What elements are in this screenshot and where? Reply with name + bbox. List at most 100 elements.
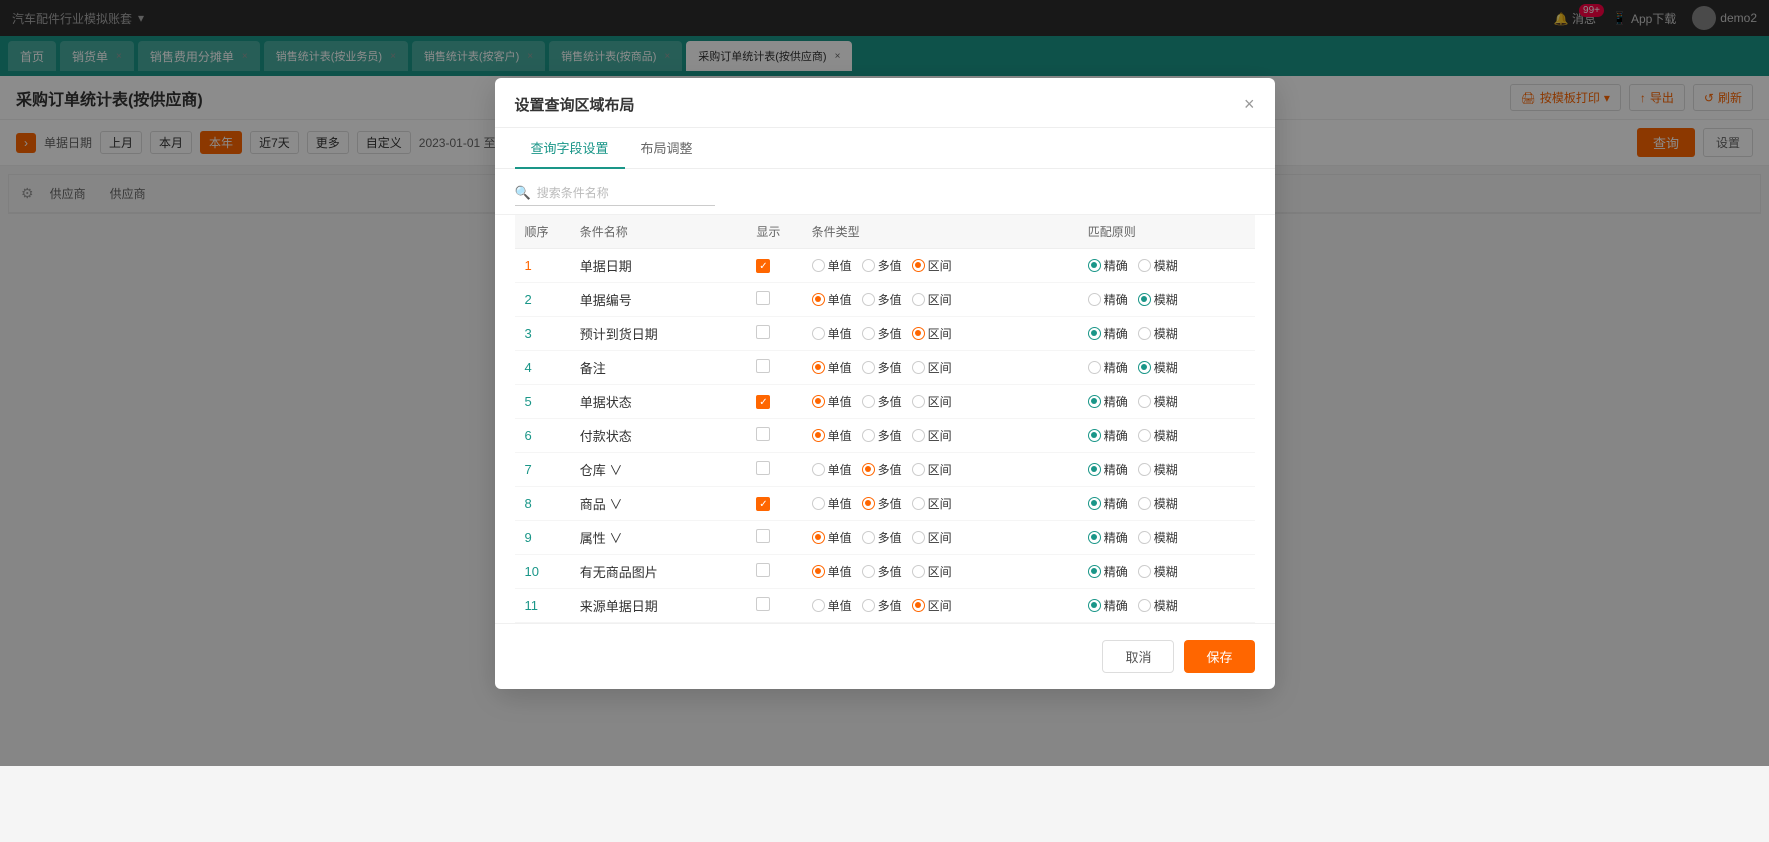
radio-single[interactable]: 单值 (812, 529, 852, 546)
table-row: 6 付款状态 单值 多值 区间 (515, 418, 1255, 452)
display-checkbox[interactable] (756, 325, 770, 339)
cell-match: 精确 模糊 (1078, 248, 1255, 282)
radio-precise[interactable]: 精确 (1088, 427, 1128, 444)
radio-multi[interactable]: 多值 (862, 529, 902, 546)
cell-display[interactable] (746, 452, 801, 486)
radio-single[interactable]: 单值 (812, 359, 852, 376)
radio-range[interactable]: 区间 (912, 291, 952, 308)
radio-range[interactable]: 区间 (912, 529, 952, 546)
cell-display[interactable] (746, 282, 801, 316)
radio-precise[interactable]: 精确 (1088, 529, 1128, 546)
radio-multi[interactable]: 多值 (862, 563, 902, 580)
display-checkbox[interactable] (756, 427, 770, 441)
radio-precise[interactable]: 精确 (1088, 563, 1128, 580)
radio-precise[interactable]: 精确 (1088, 359, 1128, 376)
display-checkbox[interactable] (756, 291, 770, 305)
radio-fuzzy[interactable]: 模糊 (1138, 597, 1178, 614)
cell-display[interactable] (746, 520, 801, 554)
cell-display[interactable] (746, 588, 801, 622)
type-radio-group: 单值 多值 区间 (812, 325, 1068, 342)
cell-name: 单据日期 (570, 248, 747, 282)
radio-multi[interactable]: 多值 (862, 291, 902, 308)
radio-single[interactable]: 单值 (812, 495, 852, 512)
radio-precise[interactable]: 精确 (1088, 495, 1128, 512)
cell-display[interactable] (746, 486, 801, 520)
display-checkbox[interactable] (756, 597, 770, 611)
display-checkbox[interactable] (756, 259, 770, 273)
radio-single[interactable]: 单值 (812, 427, 852, 444)
radio-fuzzy[interactable]: 模糊 (1138, 393, 1178, 410)
match-radio-group: 精确 模糊 (1088, 393, 1245, 410)
cell-match: 精确 模糊 (1078, 588, 1255, 622)
type-radio-group: 单值 多值 区间 (812, 257, 1068, 274)
radio-single[interactable]: 单值 (812, 291, 852, 308)
table-row: 2 单据编号 单值 多值 区间 (515, 282, 1255, 316)
cell-match: 精确 模糊 (1078, 452, 1255, 486)
radio-precise[interactable]: 精确 (1088, 291, 1128, 308)
display-checkbox[interactable] (756, 359, 770, 373)
radio-single[interactable]: 单值 (812, 257, 852, 274)
radio-multi[interactable]: 多值 (862, 597, 902, 614)
display-checkbox[interactable] (756, 461, 770, 475)
radio-range[interactable]: 区间 (912, 393, 952, 410)
radio-fuzzy[interactable]: 模糊 (1138, 325, 1178, 342)
save-button[interactable]: 保存 (1184, 640, 1254, 673)
radio-fuzzy[interactable]: 模糊 (1138, 257, 1178, 274)
cell-order: 9 (515, 520, 570, 554)
dialog-tab-layout[interactable]: 布局调整 (625, 128, 709, 169)
radio-fuzzy[interactable]: 模糊 (1138, 563, 1178, 580)
radio-fuzzy[interactable]: 模糊 (1138, 427, 1178, 444)
radio-multi[interactable]: 多值 (862, 393, 902, 410)
cell-order: 4 (515, 350, 570, 384)
radio-fuzzy[interactable]: 模糊 (1138, 359, 1178, 376)
radio-range[interactable]: 区间 (912, 461, 952, 478)
cell-display[interactable] (746, 384, 801, 418)
radio-fuzzy[interactable]: 模糊 (1138, 529, 1178, 546)
radio-range[interactable]: 区间 (912, 325, 952, 342)
radio-multi[interactable]: 多值 (862, 427, 902, 444)
cell-name: 属性 ∨ (570, 520, 747, 554)
radio-multi[interactable]: 多值 (862, 257, 902, 274)
cell-display[interactable] (746, 418, 801, 452)
radio-range[interactable]: 区间 (912, 495, 952, 512)
radio-fuzzy[interactable]: 模糊 (1138, 291, 1178, 308)
radio-single[interactable]: 单值 (812, 325, 852, 342)
radio-range[interactable]: 区间 (912, 257, 952, 274)
radio-single[interactable]: 单值 (812, 563, 852, 580)
cell-name: 单据状态 (570, 384, 747, 418)
radio-multi[interactable]: 多值 (862, 359, 902, 376)
radio-single[interactable]: 单值 (812, 597, 852, 614)
radio-multi[interactable]: 多值 (862, 495, 902, 512)
display-checkbox[interactable] (756, 563, 770, 577)
cancel-button[interactable]: 取消 (1102, 640, 1174, 673)
display-checkbox[interactable] (756, 497, 770, 511)
radio-multi[interactable]: 多值 (862, 461, 902, 478)
search-input[interactable] (537, 186, 697, 200)
type-radio-group: 单值 多值 区间 (812, 393, 1068, 410)
cell-type: 单值 多值 区间 (802, 418, 1078, 452)
cell-display[interactable] (746, 350, 801, 384)
radio-precise[interactable]: 精确 (1088, 461, 1128, 478)
cell-display[interactable] (746, 554, 801, 588)
dialog-search-area: 🔍 (495, 169, 1275, 215)
cell-display[interactable] (746, 316, 801, 350)
cell-match: 精确 模糊 (1078, 554, 1255, 588)
cell-display[interactable] (746, 248, 801, 282)
display-checkbox[interactable] (756, 529, 770, 543)
radio-precise[interactable]: 精确 (1088, 325, 1128, 342)
radio-single[interactable]: 单值 (812, 461, 852, 478)
radio-range[interactable]: 区间 (912, 563, 952, 580)
radio-precise[interactable]: 精确 (1088, 597, 1128, 614)
display-checkbox[interactable] (756, 395, 770, 409)
radio-single[interactable]: 单值 (812, 393, 852, 410)
radio-range[interactable]: 区间 (912, 427, 952, 444)
radio-precise[interactable]: 精确 (1088, 257, 1128, 274)
radio-range[interactable]: 区间 (912, 597, 952, 614)
radio-fuzzy[interactable]: 模糊 (1138, 461, 1178, 478)
radio-range[interactable]: 区间 (912, 359, 952, 376)
dialog-tab-fields[interactable]: 查询字段设置 (515, 128, 625, 169)
dialog-close-button[interactable]: × (1244, 95, 1255, 113)
radio-multi[interactable]: 多值 (862, 325, 902, 342)
radio-precise[interactable]: 精确 (1088, 393, 1128, 410)
radio-fuzzy[interactable]: 模糊 (1138, 495, 1178, 512)
